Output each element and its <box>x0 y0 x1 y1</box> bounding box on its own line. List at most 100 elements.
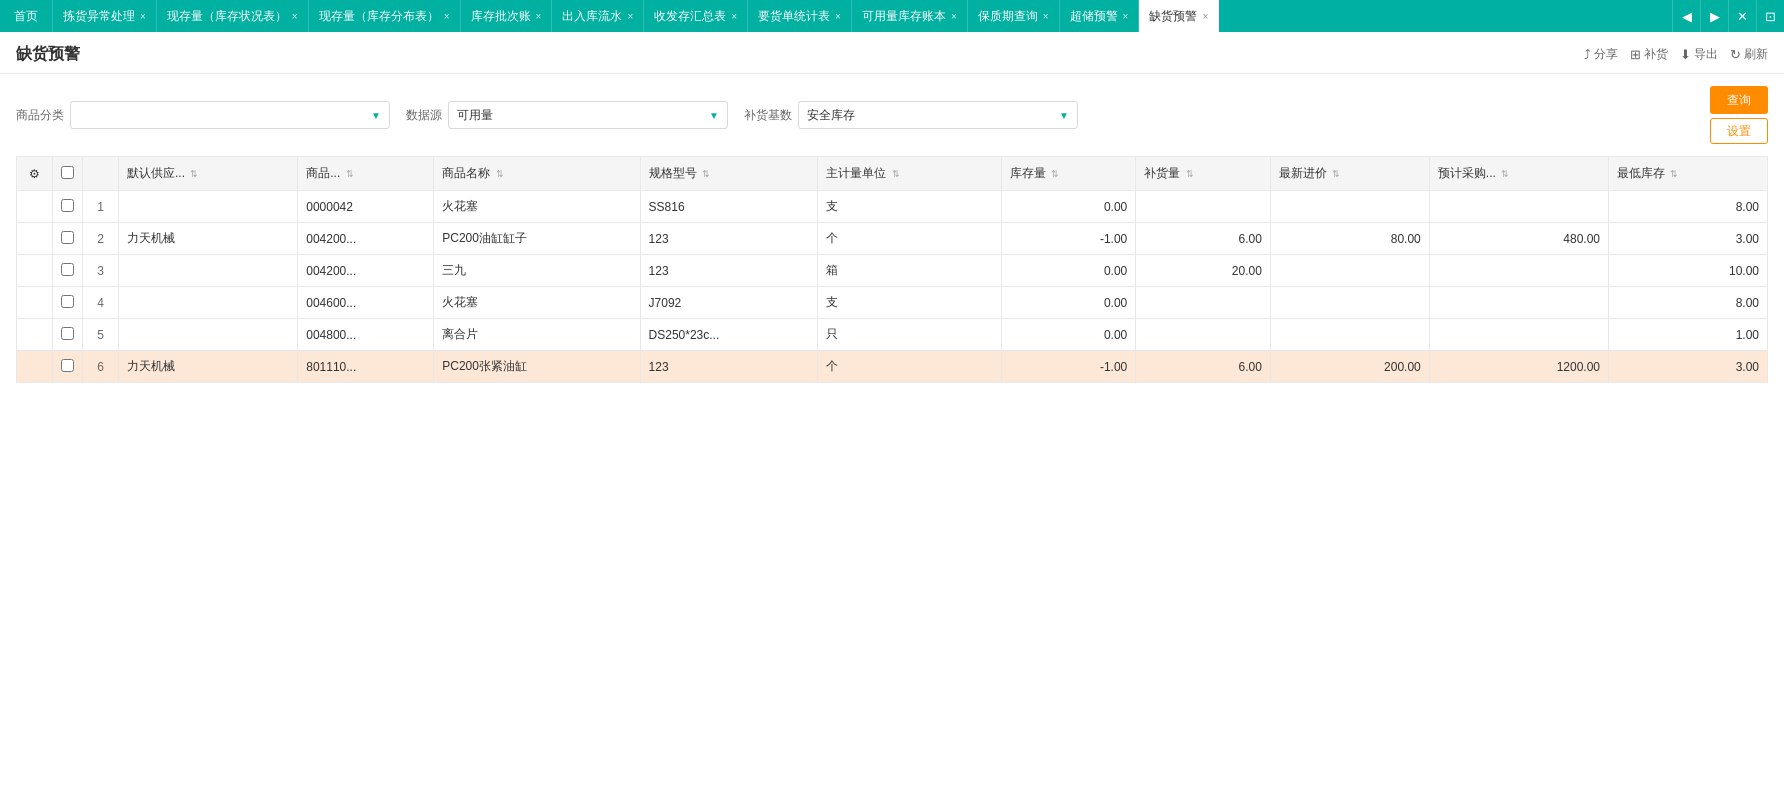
row-checkbox[interactable] <box>61 327 74 340</box>
table-row: 4 004600... 火花塞 J7092 支 0.00 8.00 <box>17 287 1768 319</box>
tab-6-close[interactable]: × <box>731 11 737 22</box>
col-checkbox[interactable] <box>53 157 83 191</box>
nav-home[interactable]: 首页 <box>0 0 53 32</box>
table-container: ⚙ 默认供应... ⇅ 商品... ⇅ 商品名称 <box>0 156 1784 383</box>
tab-3-close[interactable]: × <box>444 11 450 22</box>
row-checkbox-cell[interactable] <box>53 191 83 223</box>
col-replenish[interactable]: 补货量 ⇅ <box>1136 157 1271 191</box>
row-settings-cell <box>17 255 53 287</box>
row-settings-cell <box>17 319 53 351</box>
tab-2-label: 现存量（库存状况表） <box>167 8 287 25</box>
row-number: 3 <box>83 255 119 287</box>
replenish-value: 安全库存 <box>807 107 855 124</box>
row-checkbox-cell[interactable] <box>53 319 83 351</box>
tab-2[interactable]: 现存量（库存状况表） × <box>157 0 309 32</box>
tab-3[interactable]: 现存量（库存分布表） × <box>309 0 461 32</box>
datasource-select[interactable]: 可用量 ▼ <box>448 101 728 129</box>
nav-next-btn[interactable]: ▶ <box>1700 0 1728 32</box>
row-settings-cell <box>17 223 53 255</box>
tab-7[interactable]: 要货单统计表 × <box>748 0 852 32</box>
tab-10[interactable]: 超储预警 × <box>1060 0 1140 32</box>
row-checkbox-cell[interactable] <box>53 287 83 319</box>
row-checkbox[interactable] <box>61 231 74 244</box>
tab-11-close[interactable]: × <box>1202 11 1208 22</box>
row-checkbox[interactable] <box>61 263 74 276</box>
col-settings[interactable]: ⚙ <box>17 157 53 191</box>
page-content: 缺货预警 ⤴ 分享 ⊞ 补货 ⬇ 导出 ↻ 刷新 商品分类 <box>0 32 1784 796</box>
row-checkbox[interactable] <box>61 295 74 308</box>
row-min-stock: 3.00 <box>1609 351 1768 383</box>
row-checkbox-cell[interactable] <box>53 351 83 383</box>
row-supplier <box>119 191 298 223</box>
replenish-select[interactable]: 安全库存 ▼ <box>798 101 1078 129</box>
settings-button[interactable]: 设置 <box>1710 118 1768 144</box>
replenish-sort-icon: ⇅ <box>1186 169 1194 179</box>
row-supplier <box>119 255 298 287</box>
tab-9-close[interactable]: × <box>1043 11 1049 22</box>
tab-6[interactable]: 收发存汇总表 × <box>644 0 748 32</box>
tab-1-label: 拣货异常处理 <box>63 8 135 25</box>
query-button[interactable]: 查询 <box>1710 86 1768 114</box>
row-checkbox[interactable] <box>61 359 74 372</box>
code-sort-icon: ⇅ <box>346 169 354 179</box>
tab-8[interactable]: 可用量库存账本 × <box>852 0 968 32</box>
filter-replenish-group: 补货基数 安全库存 ▼ <box>744 101 1078 129</box>
nav-prev-btn[interactable]: ◀ <box>1672 0 1700 32</box>
tab-2-close[interactable]: × <box>292 11 298 22</box>
tab-1-close[interactable]: × <box>140 11 146 22</box>
refresh-button[interactable]: ↻ 刷新 <box>1730 46 1768 63</box>
row-checkbox[interactable] <box>61 199 74 212</box>
tab-3-label: 现存量（库存分布表） <box>319 8 439 25</box>
replenish-arrow-icon: ▼ <box>1059 110 1069 121</box>
page-title: 缺货预警 <box>16 44 80 65</box>
spec-sort-icon: ⇅ <box>702 169 710 179</box>
tab-7-close[interactable]: × <box>835 11 841 22</box>
row-min-stock: 3.00 <box>1609 223 1768 255</box>
row-checkbox-cell[interactable] <box>53 223 83 255</box>
tab-9[interactable]: 保质期查询 × <box>968 0 1060 32</box>
replenish-button[interactable]: ⊞ 补货 <box>1630 46 1668 63</box>
tab-7-label: 要货单统计表 <box>758 8 830 25</box>
col-min-stock[interactable]: 最低库存 ⇅ <box>1609 157 1768 191</box>
category-label: 商品分类 <box>16 107 64 124</box>
header-actions: ⤴ 分享 ⊞ 补货 ⬇ 导出 ↻ 刷新 <box>1584 46 1768 63</box>
share-button[interactable]: ⤴ 分享 <box>1584 46 1618 63</box>
tab-5[interactable]: 出入库流水 × <box>552 0 644 32</box>
col-supplier[interactable]: 默认供应... ⇅ <box>119 157 298 191</box>
row-estimated-purchase: 1200.00 <box>1429 351 1608 383</box>
row-unit: 只 <box>818 319 1001 351</box>
row-supplier <box>119 287 298 319</box>
row-stock: 0.00 <box>1001 191 1136 223</box>
row-checkbox-cell[interactable] <box>53 255 83 287</box>
col-spec[interactable]: 规格型号 ⇅ <box>640 157 818 191</box>
col-code[interactable]: 商品... ⇅ <box>298 157 434 191</box>
row-spec: DS250*23c... <box>640 319 818 351</box>
row-spec: 123 <box>640 351 818 383</box>
row-stock: 0.00 <box>1001 255 1136 287</box>
row-latest-price: 80.00 <box>1270 223 1429 255</box>
nav-expand-btn[interactable]: ⊡ <box>1756 0 1784 32</box>
row-replenish <box>1136 319 1271 351</box>
col-estimated-purchase[interactable]: 预计采购... ⇅ <box>1429 157 1608 191</box>
tab-8-close[interactable]: × <box>951 11 957 22</box>
tab-5-close[interactable]: × <box>627 11 633 22</box>
col-name[interactable]: 商品名称 ⇅ <box>434 157 640 191</box>
tab-4[interactable]: 库存批次账 × <box>461 0 553 32</box>
tab-10-close[interactable]: × <box>1123 11 1129 22</box>
tab-11[interactable]: 缺货预警 × <box>1139 0 1219 32</box>
col-latest-price[interactable]: 最新进价 ⇅ <box>1270 157 1429 191</box>
select-all-checkbox[interactable] <box>61 166 74 179</box>
replenish-base-label: 补货基数 <box>744 107 792 124</box>
nav-close-all-btn[interactable]: ✕ <box>1728 0 1756 32</box>
category-select[interactable]: ▼ <box>70 101 390 129</box>
col-unit[interactable]: 主计量单位 ⇅ <box>818 157 1001 191</box>
col-stock[interactable]: 库存量 ⇅ <box>1001 157 1136 191</box>
row-name: 火花塞 <box>434 191 640 223</box>
tab-4-close[interactable]: × <box>536 11 542 22</box>
row-code: 0000042 <box>298 191 434 223</box>
row-code: 004200... <box>298 255 434 287</box>
export-button[interactable]: ⬇ 导出 <box>1680 46 1718 63</box>
settings-icon: ⚙ <box>29 167 40 181</box>
tab-1[interactable]: 拣货异常处理 × <box>53 0 157 32</box>
latest-price-sort-icon: ⇅ <box>1332 169 1340 179</box>
